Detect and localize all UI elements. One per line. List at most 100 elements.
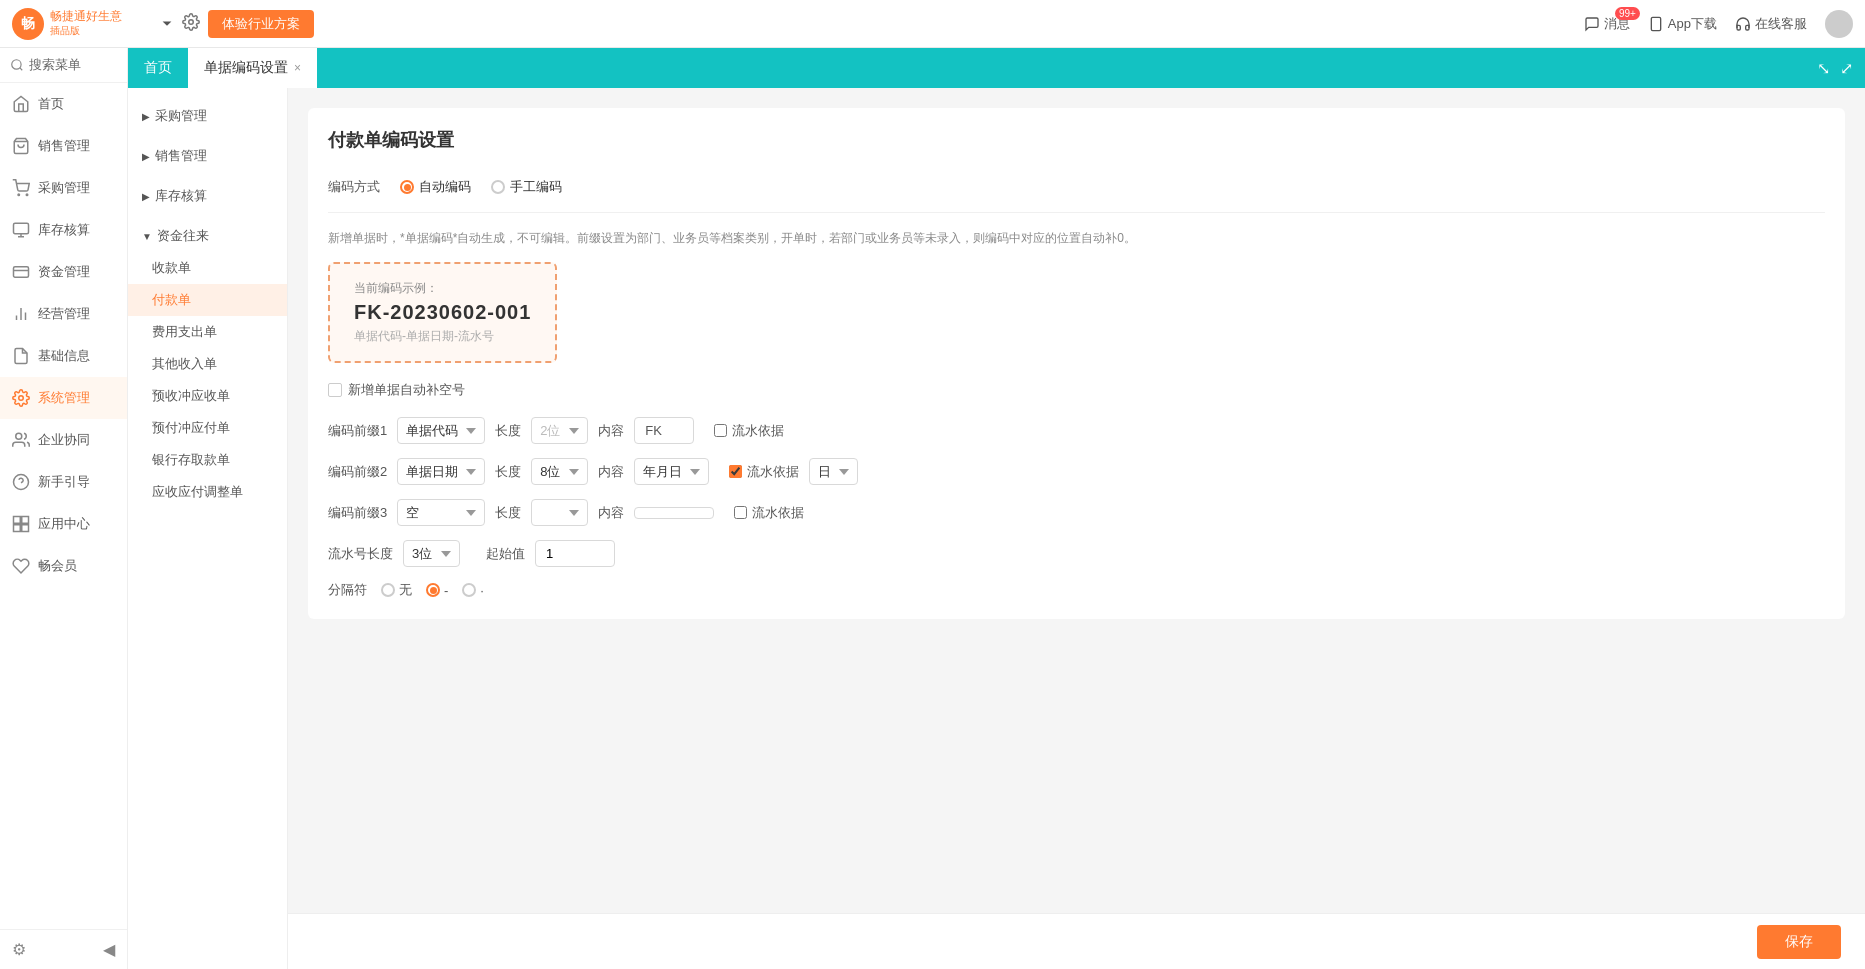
- serial-len-select[interactable]: 3位 4位 5位 6位: [403, 540, 460, 567]
- svg-point-17: [16, 433, 22, 439]
- tab-bar-actions: ⤡ ⤢: [1817, 59, 1865, 78]
- water2-label: 流水依据: [747, 463, 799, 481]
- second-sidebar-inventory: ▶ 库存核算: [128, 176, 287, 216]
- sidebar-item-finance[interactable]: 资金管理: [0, 251, 127, 293]
- second-sidebar-purchase: ▶ 采购管理: [128, 96, 287, 136]
- prefix3-select[interactable]: 空 单据代码 部门: [397, 499, 485, 526]
- sidebar-item-home[interactable]: 首页: [0, 83, 127, 125]
- start-val-input[interactable]: [535, 540, 615, 567]
- coding-method-row: 编码方式 自动编码 手工编码: [328, 168, 1825, 213]
- main-sidebar: 搜索菜单 首页 销售管理 采购管理 库存核算 资金管理 经营管理 基础信息 系统…: [0, 48, 128, 969]
- content2-select[interactable]: 年月日 年月 年: [634, 458, 709, 485]
- tab-close-icon[interactable]: ×: [294, 61, 301, 75]
- bottom-bar: 保存: [128, 913, 1865, 969]
- settings-card: 付款单编码设置 编码方式 自动编码 手工编码 新增单据时，*单据编码*自动生成，…: [308, 108, 1845, 619]
- second-sidebar-prepay-payable[interactable]: 预付冲应付单: [128, 412, 287, 444]
- sidebar-item-operations[interactable]: 经营管理: [0, 293, 127, 335]
- second-sidebar-sales: ▶ 销售管理: [128, 136, 287, 176]
- svg-rect-11: [14, 267, 29, 278]
- second-sidebar-header-finance[interactable]: ▼ 资金往来: [128, 220, 287, 252]
- second-sidebar-other-income[interactable]: 其他收入单: [128, 348, 287, 380]
- second-sidebar-header-sales[interactable]: ▶ 销售管理: [128, 140, 287, 172]
- sidebar-item-basic[interactable]: 基础信息: [0, 335, 127, 377]
- tab-restore-icon[interactable]: ⤡: [1817, 59, 1830, 78]
- nav-controls: 体验行业方案: [160, 10, 314, 38]
- tab-maximize-icon[interactable]: ⤢: [1840, 59, 1853, 78]
- length2-select[interactable]: 8位 4位 6位: [531, 458, 588, 485]
- sidebar-item-member[interactable]: 畅会员: [0, 545, 127, 587]
- water3-checkbox[interactable]: [734, 506, 747, 519]
- svg-point-0: [189, 20, 194, 25]
- second-sidebar-bank-deposit[interactable]: 银行存取款单: [128, 444, 287, 476]
- save-button[interactable]: 保存: [1757, 925, 1841, 959]
- sep-dash-option[interactable]: -: [426, 583, 448, 598]
- sidebar-item-purchase[interactable]: 采购管理: [0, 167, 127, 209]
- auto-fill-checkbox[interactable]: [328, 383, 342, 397]
- top-navigation: 畅 畅捷通好生意 插品版 体验行业方案 消息 99+ App下载 在线: [0, 0, 1865, 48]
- sidebar-settings-icon[interactable]: ⚙: [12, 940, 26, 959]
- second-sidebar-header-inventory[interactable]: ▶ 库存核算: [128, 180, 287, 212]
- sep-dot-char: ·: [480, 583, 484, 598]
- length3-select[interactable]: 2位 4位: [531, 499, 588, 526]
- prefix1-row: 编码前缀1 单据代码 部门 业务员 空 长度 2位 4位 6位 8位 内容 FK: [328, 417, 1825, 444]
- sep-none-option[interactable]: 无: [381, 581, 412, 599]
- svg-point-3: [12, 60, 21, 69]
- auto-code-radio-circle: [400, 180, 414, 194]
- user-avatar[interactable]: [1825, 10, 1853, 38]
- second-sidebar-finance: ▼ 资金往来 收款单 付款单 费用支出单 其他收入单 预收冲应收单 预付冲应付单…: [128, 216, 287, 512]
- manual-code-radio-circle: [491, 180, 505, 194]
- sidebar-item-inventory[interactable]: 库存核算: [0, 209, 127, 251]
- water2-period-select[interactable]: 日 月 年: [809, 458, 858, 485]
- trial-button[interactable]: 体验行业方案: [208, 10, 314, 38]
- code-example-box: 当前编码示例： FK-20230602-001 单据代码-单据日期-流水号: [328, 262, 557, 363]
- length1-select[interactable]: 2位 4位 6位 8位: [531, 417, 588, 444]
- tab-bar: 首页 单据编码设置 × ⤡ ⤢: [128, 48, 1865, 88]
- sidebar-item-appstore[interactable]: 应用中心: [0, 503, 127, 545]
- auto-code-radio[interactable]: 自动编码: [400, 178, 471, 196]
- info-text: 新增单据时，*单据编码*自动生成，不可编辑。前缀设置为部门、业务员等档案类别，开…: [328, 229, 1825, 248]
- sidebar-item-system[interactable]: 系统管理: [0, 377, 127, 419]
- svg-rect-1: [1651, 17, 1660, 30]
- app-download-button[interactable]: App下载: [1648, 15, 1717, 33]
- second-sidebar-expense[interactable]: 费用支出单: [128, 316, 287, 348]
- sidebar-item-enterprise[interactable]: 企业协同: [0, 419, 127, 461]
- tab-settings[interactable]: 单据编码设置 ×: [188, 48, 317, 88]
- settings-icon[interactable]: [182, 13, 200, 34]
- message-button[interactable]: 消息 99+: [1584, 15, 1630, 33]
- svg-rect-23: [22, 525, 29, 532]
- water1-checkbox-group: 流水依据: [714, 422, 784, 440]
- auto-fill-row: 新增单据自动补空号: [328, 381, 1825, 399]
- nav-dropdown[interactable]: [160, 17, 174, 31]
- svg-line-4: [20, 68, 23, 71]
- water1-label: 流水依据: [732, 422, 784, 440]
- second-sidebar-payment[interactable]: 付款单: [128, 284, 287, 316]
- search-menu[interactable]: 搜索菜单: [0, 48, 127, 83]
- water3-label: 流水依据: [752, 504, 804, 522]
- sidebar-collapse-icon[interactable]: ◀: [103, 940, 115, 959]
- prefix1-select[interactable]: 单据代码 部门 业务员 空: [397, 417, 485, 444]
- second-sidebar-receipt[interactable]: 收款单: [128, 252, 287, 284]
- online-service-button[interactable]: 在线客服: [1735, 15, 1807, 33]
- top-right-area: 消息 99+ App下载 在线客服: [1584, 10, 1853, 38]
- sep-dot-option[interactable]: ·: [462, 583, 484, 598]
- logo-area: 畅 畅捷通好生意 插品版: [12, 8, 140, 40]
- sidebar-item-newbie[interactable]: 新手引导: [0, 461, 127, 503]
- manual-code-radio[interactable]: 手工编码: [491, 178, 562, 196]
- svg-rect-21: [22, 517, 29, 524]
- svg-point-7: [26, 194, 28, 196]
- page-title: 付款单编码设置: [328, 128, 1825, 152]
- sidebar-item-sales[interactable]: 销售管理: [0, 125, 127, 167]
- water3-checkbox-group: 流水依据: [734, 504, 804, 522]
- prefix2-select[interactable]: 单据日期 单据代码 部门 空: [397, 458, 485, 485]
- second-sidebar-ar-ap-adjust[interactable]: 应收应付调整单: [128, 476, 287, 508]
- tab-home[interactable]: 首页: [128, 48, 188, 88]
- svg-point-16: [19, 396, 24, 401]
- second-sidebar-prepay-receivable[interactable]: 预收冲应收单: [128, 380, 287, 412]
- second-sidebar-header-purchase[interactable]: ▶ 采购管理: [128, 100, 287, 132]
- prefix3-row: 编码前缀3 空 单据代码 部门 长度 2位 4位 内容 流水依据: [328, 499, 1825, 526]
- content1-value: FK: [634, 417, 694, 444]
- water1-checkbox[interactable]: [714, 424, 727, 437]
- prefix2-row: 编码前缀2 单据日期 单据代码 部门 空 长度 8位 4位 6位 内容 年月日 …: [328, 458, 1825, 485]
- logo-icon: 畅: [12, 8, 44, 40]
- water2-checkbox[interactable]: [729, 465, 742, 478]
